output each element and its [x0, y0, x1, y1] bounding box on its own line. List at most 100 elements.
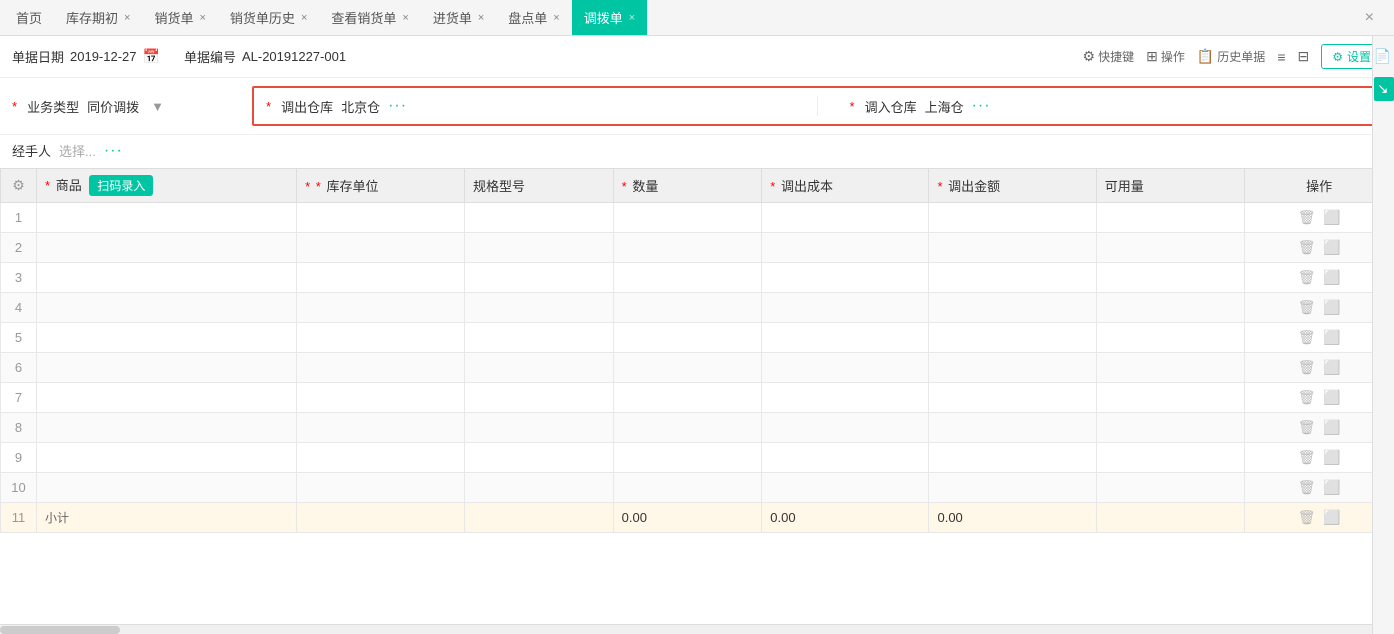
copy-icon[interactable]: ⬜: [1323, 209, 1340, 225]
amount-cell[interactable]: [929, 443, 1096, 473]
cost-cell[interactable]: [762, 203, 929, 233]
shortcut-action[interactable]: ⚙ 快捷键: [1083, 48, 1135, 65]
copy-icon[interactable]: ⬜: [1323, 299, 1340, 315]
cost-cell[interactable]: [762, 473, 929, 503]
tab-stocktake[interactable]: 盘点单 ×: [496, 0, 571, 35]
sidebar-expand-icon[interactable]: ↗: [1374, 77, 1394, 101]
available-cell[interactable]: [1096, 413, 1245, 443]
calendar-icon[interactable]: 📅: [143, 48, 160, 65]
amount-cell[interactable]: [929, 413, 1096, 443]
spec-cell[interactable]: [465, 413, 614, 443]
col-settings-icon[interactable]: ⚙: [12, 177, 25, 193]
available-cell[interactable]: [1096, 473, 1245, 503]
amount-cell[interactable]: [929, 323, 1096, 353]
product-cell[interactable]: [37, 233, 297, 263]
tab-inventory-init[interactable]: 库存期初 ×: [54, 0, 142, 35]
qty-cell[interactable]: [613, 353, 762, 383]
cost-cell[interactable]: [762, 413, 929, 443]
business-type-value[interactable]: 同价调拨: [87, 97, 139, 116]
tab-close-sales-history[interactable]: ×: [301, 12, 307, 24]
qty-cell[interactable]: [613, 383, 762, 413]
available-cell[interactable]: [1096, 383, 1245, 413]
amount-cell[interactable]: [929, 353, 1096, 383]
unit-cell[interactable]: [297, 443, 465, 473]
unit-cell[interactable]: [297, 203, 465, 233]
tab-sales-order[interactable]: 销货单 ×: [142, 0, 217, 35]
product-cell[interactable]: [37, 293, 297, 323]
in-warehouse-dots[interactable]: ···: [972, 97, 991, 115]
tab-purchase[interactable]: 进货单 ×: [421, 0, 496, 35]
delete-icon[interactable]: 🗑: [1298, 479, 1316, 495]
product-cell[interactable]: [37, 263, 297, 293]
amount-cell[interactable]: [929, 233, 1096, 263]
in-warehouse-value[interactable]: 上海仓: [925, 97, 964, 116]
product-cell[interactable]: [37, 473, 297, 503]
history-action[interactable]: 📋 历史单据: [1197, 48, 1265, 65]
spec-cell[interactable]: [465, 203, 614, 233]
available-cell[interactable]: [1096, 233, 1245, 263]
person-select[interactable]: 选择...: [59, 141, 96, 160]
window-close-button[interactable]: ×: [1357, 9, 1382, 26]
amount-cell[interactable]: [929, 473, 1096, 503]
amount-cell[interactable]: [929, 203, 1096, 233]
delete-icon[interactable]: 🗑: [1298, 299, 1316, 315]
delete-icon[interactable]: 🗑: [1298, 329, 1316, 345]
product-cell[interactable]: [37, 383, 297, 413]
layout1-action[interactable]: ≡: [1277, 49, 1285, 65]
unit-cell[interactable]: [297, 413, 465, 443]
spec-cell[interactable]: [465, 233, 614, 263]
business-type-dropdown[interactable]: ▼: [151, 99, 164, 114]
bottom-scroll[interactable]: [0, 624, 1394, 634]
delete-icon[interactable]: 🗑: [1298, 269, 1316, 285]
scan-button[interactable]: 扫码录入: [89, 175, 153, 196]
product-cell[interactable]: [37, 323, 297, 353]
delete-icon[interactable]: 🗑: [1298, 239, 1316, 255]
qty-cell[interactable]: [613, 263, 762, 293]
available-cell[interactable]: [1096, 293, 1245, 323]
operation-action[interactable]: ⊞ 操作: [1146, 48, 1185, 65]
unit-cell[interactable]: [297, 233, 465, 263]
tab-close-sales-order[interactable]: ×: [199, 12, 205, 24]
qty-cell[interactable]: [613, 233, 762, 263]
copy-icon[interactable]: ⬜: [1323, 269, 1340, 285]
copy-icon[interactable]: ⬜: [1323, 239, 1340, 255]
qty-cell[interactable]: [613, 443, 762, 473]
spec-cell[interactable]: [465, 383, 614, 413]
cost-cell[interactable]: [762, 383, 929, 413]
qty-cell[interactable]: [613, 473, 762, 503]
unit-cell[interactable]: [297, 353, 465, 383]
cost-cell[interactable]: [762, 353, 929, 383]
sidebar-doc-icon[interactable]: 📄: [1374, 44, 1394, 69]
available-cell[interactable]: [1096, 263, 1245, 293]
cost-cell[interactable]: [762, 443, 929, 473]
unit-cell[interactable]: [297, 293, 465, 323]
out-warehouse-value[interactable]: 北京仓: [341, 97, 380, 116]
unit-cell[interactable]: [297, 323, 465, 353]
spec-cell[interactable]: [465, 473, 614, 503]
product-cell[interactable]: [37, 443, 297, 473]
person-dots[interactable]: ···: [104, 142, 123, 160]
spec-cell[interactable]: [465, 443, 614, 473]
delete-icon[interactable]: 🗑: [1298, 209, 1316, 225]
tab-view-sales[interactable]: 查看销货单 ×: [319, 0, 420, 35]
delete-icon[interactable]: 🗑: [1298, 509, 1316, 525]
product-cell[interactable]: [37, 353, 297, 383]
qty-cell[interactable]: [613, 323, 762, 353]
qty-cell[interactable]: [613, 413, 762, 443]
copy-icon[interactable]: ⬜: [1323, 449, 1340, 465]
copy-icon[interactable]: ⬜: [1323, 389, 1340, 405]
cost-cell[interactable]: [762, 323, 929, 353]
product-cell[interactable]: [37, 203, 297, 233]
tab-home[interactable]: 首页: [4, 0, 54, 35]
tab-close-inventory-init[interactable]: ×: [124, 12, 130, 24]
tab-transfer[interactable]: 调拨单 ×: [572, 0, 647, 35]
qty-cell[interactable]: [613, 203, 762, 233]
delete-icon[interactable]: 🗑: [1298, 449, 1316, 465]
unit-cell[interactable]: [297, 383, 465, 413]
spec-cell[interactable]: [465, 323, 614, 353]
delete-icon[interactable]: 🗑: [1298, 419, 1316, 435]
spec-cell[interactable]: [465, 353, 614, 383]
cost-cell[interactable]: [762, 293, 929, 323]
copy-icon[interactable]: ⬜: [1323, 359, 1340, 375]
available-cell[interactable]: [1096, 323, 1245, 353]
